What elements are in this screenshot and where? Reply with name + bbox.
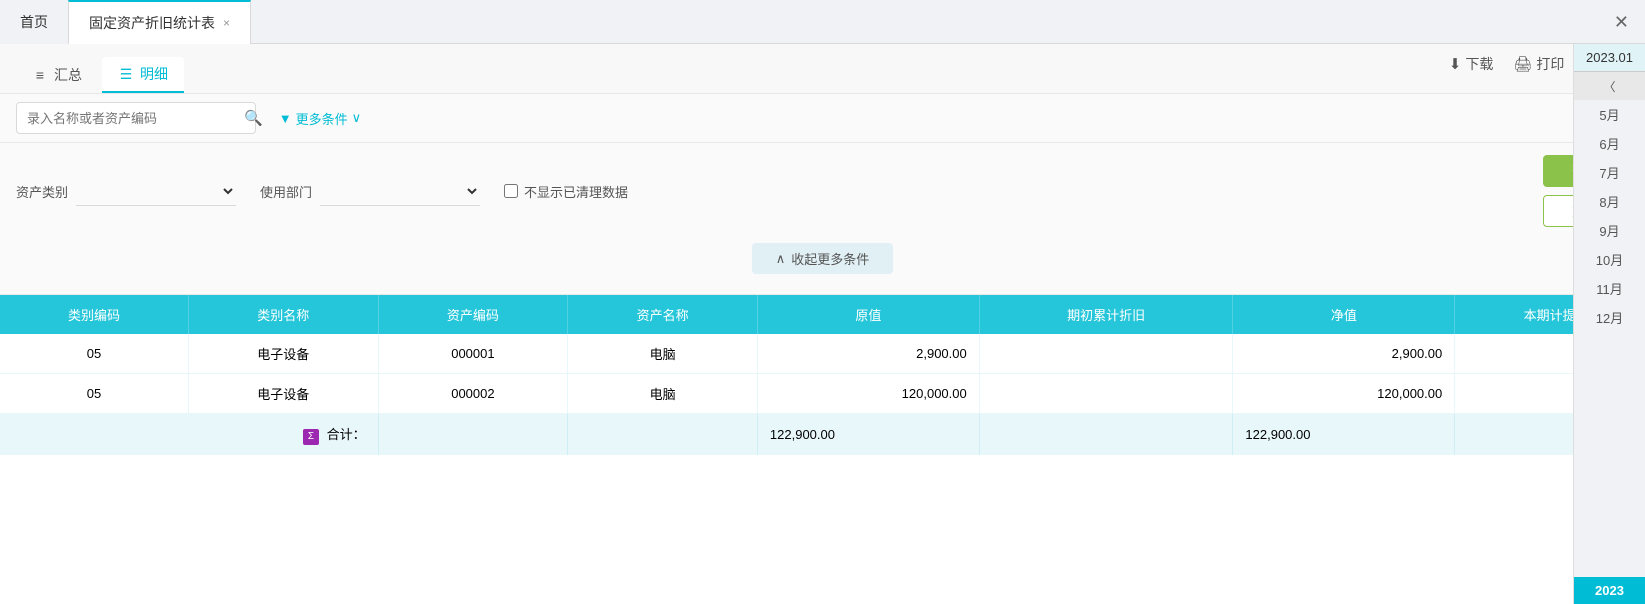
footer-label-text: 合计： — [327, 427, 366, 442]
filter-icon: ▼ — [279, 111, 292, 126]
tab-detail[interactable]: ☰ 明细 — [102, 57, 184, 93]
sub-tab-bar: ≡ 汇总 ☰ 明细 ⬇ 下载 🖨 打印 — [0, 44, 1645, 94]
cell-cat-name-1: 电子设备 — [188, 334, 378, 374]
date-nav-9[interactable]: 9月 — [1574, 216, 1645, 245]
footer-asset-code — [378, 414, 568, 455]
tab-bar: 首页 固定资产折旧统计表 × ✕ — [0, 0, 1645, 44]
data-table-wrap[interactable]: 类别编码 类别名称 资产编码 资产名称 原值 期初累计折旧 净值 本期计提 05 — [0, 295, 1645, 604]
date-nav-up[interactable]: 〈 — [1574, 72, 1645, 100]
search-input[interactable] — [16, 102, 256, 134]
table-row: 05 电子设备 000001 电脑 2,900.00 2,900.00 — [0, 334, 1645, 374]
sum-icon: Σ — [303, 429, 319, 445]
download-label: 下载 — [1465, 54, 1493, 74]
print-button[interactable]: 🖨 打印 — [1513, 54, 1564, 74]
summary-icon: ≡ — [32, 67, 48, 83]
more-conditions-button[interactable]: ▼ 更多条件 ∨ — [279, 109, 361, 128]
col-asset-code: 资产编码 — [378, 295, 568, 334]
col-net-value: 净值 — [1233, 295, 1455, 334]
date-nav-8[interactable]: 8月 — [1574, 187, 1645, 216]
footer-asset-name — [568, 414, 758, 455]
print-label: 打印 — [1536, 54, 1564, 74]
col-asset-name: 资产名称 — [568, 295, 758, 334]
dept-select[interactable] — [320, 176, 480, 206]
advanced-filter: 资产类别 使用部门 不显示已清理数据 — [0, 143, 1645, 295]
cell-asset-name-1: 电脑 — [568, 334, 758, 374]
collapse-icon: ∧ — [776, 251, 786, 267]
date-nav: 2023.01 〈 5月 6月 7月 8月 9月 10月 11月 12月 202… — [1573, 44, 1645, 604]
filter-row-1: 资产类别 使用部门 不显示已清理数据 — [16, 155, 1629, 227]
data-table: 类别编码 类别名称 资产编码 资产名称 原值 期初累计折旧 净值 本期计提 05 — [0, 295, 1645, 455]
cell-cat-code-1: 05 — [0, 334, 188, 374]
cell-asset-name-2: 电脑 — [568, 374, 758, 414]
content-area: ≡ 汇总 ☰ 明细 ⬇ 下载 🖨 打印 — [0, 44, 1645, 604]
cell-accum-dep-2 — [979, 374, 1233, 414]
cell-accum-dep-1 — [979, 334, 1233, 374]
date-nav-5[interactable]: 5月 — [1574, 100, 1645, 129]
date-header: 2023.01 — [1574, 44, 1645, 72]
hide-cleared-group: 不显示已清理数据 — [504, 182, 628, 201]
download-button[interactable]: ⬇ 下载 — [1449, 54, 1494, 74]
asset-type-select[interactable] — [76, 176, 236, 206]
hide-cleared-label: 不显示已清理数据 — [524, 182, 628, 201]
footer-orig-val: 122,900.00 — [757, 414, 979, 455]
date-nav-12[interactable]: 12月 — [1574, 303, 1645, 332]
footer-net-val: 122,900.00 — [1233, 414, 1455, 455]
table-header-row: 类别编码 类别名称 资产编码 资产名称 原值 期初累计折旧 净值 本期计提 — [0, 295, 1645, 334]
date-nav-11[interactable]: 11月 — [1574, 274, 1645, 303]
more-conditions-label: 更多条件 — [296, 109, 348, 128]
table-row: 05 电子设备 000002 电脑 120,000.00 120,000.00 — [0, 374, 1645, 414]
window-close-icon[interactable]: ✕ — [1614, 12, 1629, 33]
footer-accum-dep — [979, 414, 1233, 455]
col-original-value: 原值 — [757, 295, 979, 334]
col-cat-code: 类别编码 — [0, 295, 188, 334]
date-nav-10[interactable]: 10月 — [1574, 245, 1645, 274]
tab-home[interactable]: 首页 — [0, 0, 68, 44]
cell-asset-code-1: 000001 — [378, 334, 568, 374]
main-panel: ≡ 汇总 ☰ 明细 ⬇ 下载 🖨 打印 — [0, 44, 1645, 604]
cell-cat-name-2: 电子设备 — [188, 374, 378, 414]
date-nav-6[interactable]: 6月 — [1574, 129, 1645, 158]
collapse-label: 收起更多条件 — [791, 249, 869, 268]
cell-net-val-1: 2,900.00 — [1233, 334, 1455, 374]
col-accum-depreciation: 期初累计折旧 — [979, 295, 1233, 334]
footer-label: Σ 合计： — [0, 414, 378, 455]
tab-close-icon[interactable]: × — [223, 16, 230, 30]
search-icon: 🔍 — [244, 109, 263, 127]
cell-cat-code-2: 05 — [0, 374, 188, 414]
tab-detail-label: 明细 — [140, 64, 168, 84]
tab-summary-label: 汇总 — [54, 65, 82, 85]
dept-label: 使用部门 — [260, 182, 312, 201]
collapse-button[interactable]: ∧ 收起更多条件 — [752, 243, 894, 274]
asset-type-group: 资产类别 — [16, 176, 236, 206]
detail-icon: ☰ — [118, 66, 134, 82]
date-nav-year[interactable]: 2023 — [1574, 577, 1645, 604]
asset-type-label: 资产类别 — [16, 182, 68, 201]
cell-asset-code-2: 000002 — [378, 374, 568, 414]
print-icon: 🖨 — [1513, 55, 1532, 73]
chevron-down-icon: ∨ — [352, 110, 362, 126]
dept-group: 使用部门 — [260, 176, 480, 206]
tab-active[interactable]: 固定资产折旧统计表 × — [68, 0, 251, 44]
cell-net-val-2: 120,000.00 — [1233, 374, 1455, 414]
table-footer-row: Σ 合计： 122,900.00 122,900.00 — [0, 414, 1645, 455]
download-icon: ⬇ — [1449, 55, 1462, 73]
cell-orig-val-1: 2,900.00 — [757, 334, 979, 374]
date-nav-7[interactable]: 7月 — [1574, 158, 1645, 187]
col-cat-name: 类别名称 — [188, 295, 378, 334]
cell-orig-val-2: 120,000.00 — [757, 374, 979, 414]
tab-summary[interactable]: ≡ 汇总 — [16, 57, 98, 93]
filter-bar: 🔍 ▼ 更多条件 ∨ — [0, 94, 1645, 143]
hide-cleared-checkbox[interactable] — [504, 184, 518, 198]
page-wrap: 首页 固定资产折旧统计表 × ✕ ≡ 汇总 ☰ 明细 ⬇ — [0, 0, 1645, 604]
tab-active-label: 固定资产折旧统计表 — [89, 13, 215, 33]
